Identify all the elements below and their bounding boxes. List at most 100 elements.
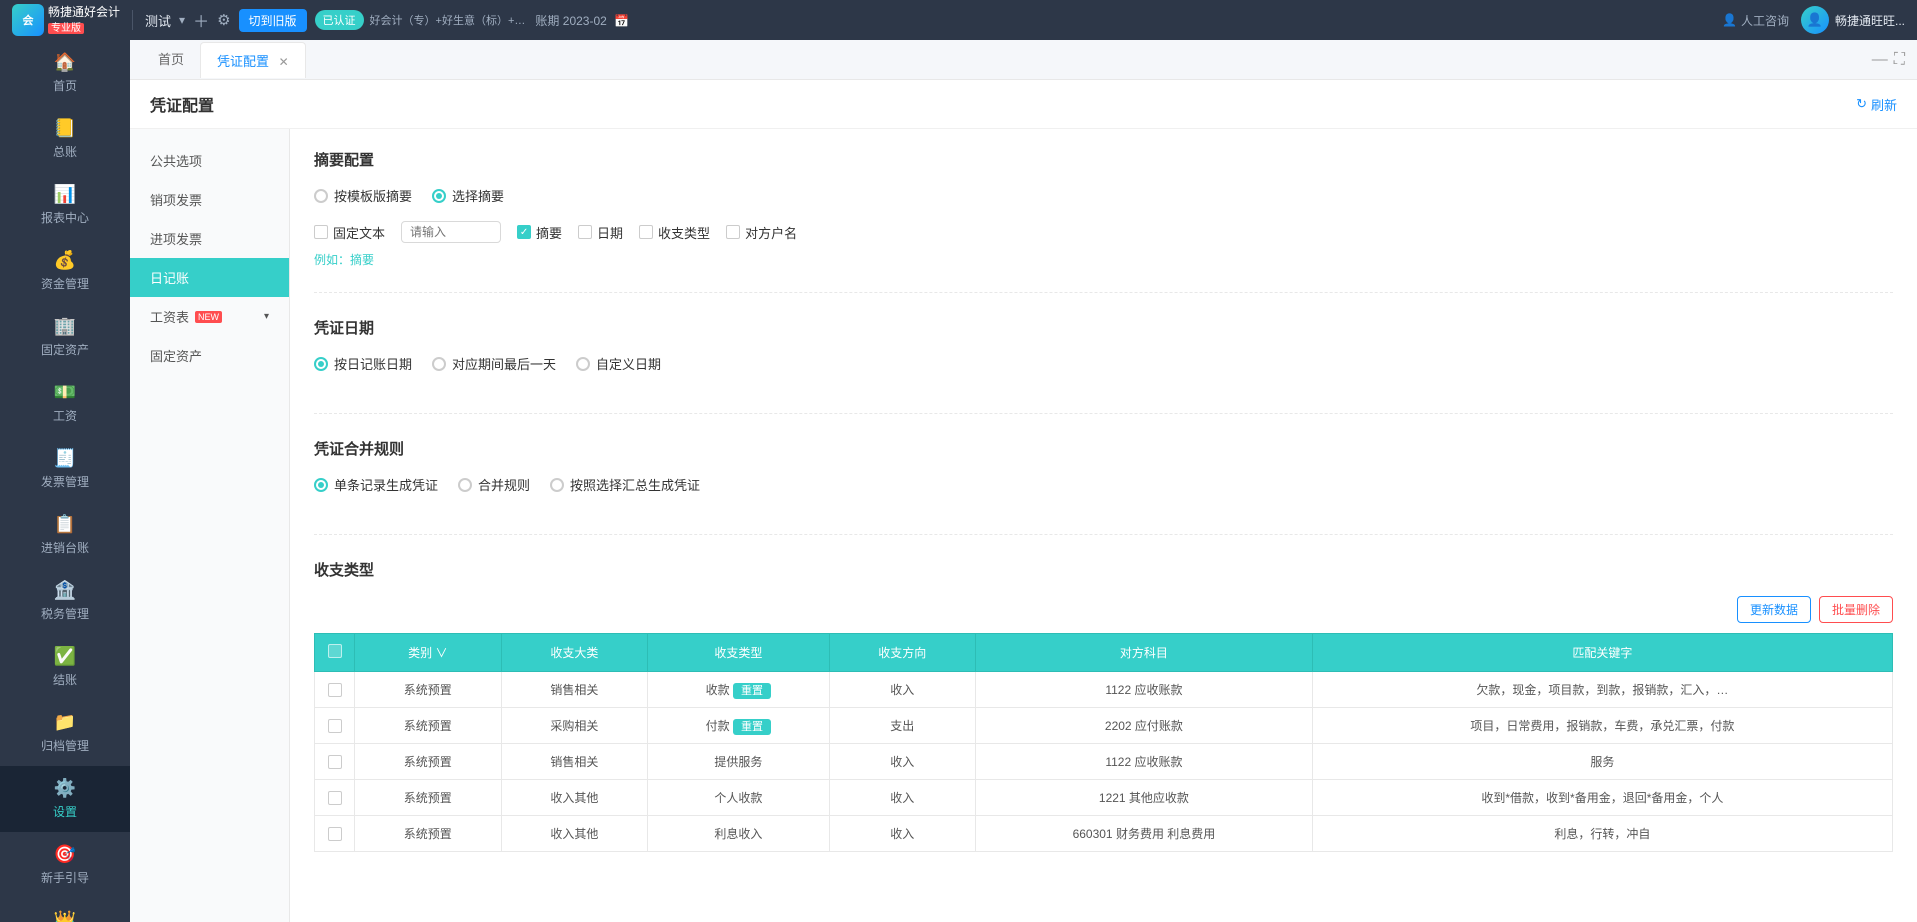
refresh-icon: ↻ <box>1856 96 1867 112</box>
row-checkbox-1[interactable] <box>315 672 355 708</box>
sidebar-item-fund[interactable]: 💰 资金管理 <box>0 238 130 304</box>
sidebar-item-purchase[interactable]: 📋 进销台账 <box>0 502 130 568</box>
cell-keywords-4: 收到*借款，收到*备用金，退回*备用金，个人 <box>1312 780 1892 816</box>
page-title: 凭证配置 <box>150 92 214 116</box>
asset-icon: 🏢 <box>54 316 76 337</box>
radio-period-last[interactable]: 对应期间最后一天 <box>432 354 556 373</box>
avatar: 👤 <box>1801 6 1829 34</box>
nav-journal[interactable]: 日记账 <box>130 258 289 297</box>
checkbox-type[interactable]: 收支类型 <box>639 223 710 242</box>
nav-public[interactable]: 公共选项 <box>130 141 289 180</box>
tab-home[interactable]: 首页 <box>142 41 200 78</box>
nav-purchase-invoice[interactable]: 进项发票 <box>130 219 289 258</box>
checkbox-row: 固定文本 ✓ 摘要 日期 <box>314 221 1893 243</box>
sidebar-item-report[interactable]: 📊 报表中心 <box>0 172 130 238</box>
table-actions: 更新数据 批量删除 <box>314 596 1893 623</box>
checkbox-date[interactable]: 日期 <box>578 223 623 242</box>
table-row: 系统预置 收入其他 利息收入 收入 660301 财务费用 利息费用 利息，行转… <box>315 816 1893 852</box>
radio-aggregate[interactable]: 按照选择汇总生成凭证 <box>550 475 700 494</box>
cell-keywords-2: 项目，日常费用，报销款，车费，承兑汇票，付款 <box>1312 708 1892 744</box>
sidebar-item-home[interactable]: 🏠 首页 <box>0 40 130 106</box>
page-header: 凭证配置 ↻ 刷新 <box>130 80 1917 129</box>
tab-bar: 首页 凭证配置 ✕ — ⛶ <box>130 40 1917 80</box>
certified-tag: 已认证 <box>315 10 364 30</box>
cell-category-2: 系统预置 <box>355 708 502 744</box>
cell-account-3: 1122 应收账款 <box>976 744 1313 780</box>
checkbox-counterparty[interactable]: 对方户名 <box>726 223 797 242</box>
cell-direction-2: 支出 <box>829 708 976 744</box>
th-checkbox[interactable] <box>315 634 355 672</box>
nav-fixed-asset[interactable]: 固定资产 <box>130 336 289 375</box>
checkbox-fixed-text[interactable]: 固定文本 <box>314 223 385 242</box>
nav-sales-invoice[interactable]: 销项发票 <box>130 180 289 219</box>
sidebar-item-member[interactable]: 👑 畅会员 <box>0 898 130 922</box>
merge-title: 凭证合并规则 <box>314 438 1893 459</box>
fixed-text-input[interactable] <box>401 221 501 243</box>
switch-btn[interactable]: 切到旧版 <box>239 9 307 32</box>
sidebar-item-invoice[interactable]: 🧾 发票管理 <box>0 436 130 502</box>
right-content: 摘要配置 按模板版摘要 选择摘要 <box>290 129 1917 922</box>
nav-salary-table[interactable]: 工资表 NEW ▾ <box>130 297 289 336</box>
checkbox-box-counterparty <box>726 225 740 239</box>
sidebar-item-guide[interactable]: 🎯 新手引导 <box>0 832 130 898</box>
cell-big-type-1: 销售相关 <box>501 672 648 708</box>
inner-layout: 公共选项 销项发票 进项发票 日记账 工资表 NEW ▾ <box>130 129 1917 922</box>
logo-sub: 专业版 <box>48 23 84 34</box>
reset-tag-2[interactable]: 重置 <box>733 719 771 735</box>
radio-custom-date[interactable]: 自定义日期 <box>576 354 661 373</box>
cell-direction-4: 收入 <box>829 780 976 816</box>
table-row: 系统预置 采购相关 付款 重置 支出 2202 应付账款 项目，日常费用，报销款… <box>315 708 1893 744</box>
service-btn[interactable]: 👤 人工咨询 <box>1722 12 1789 29</box>
cell-account-4: 1221 其他应收款 <box>976 780 1313 816</box>
radio-template-summary[interactable]: 按模板版摘要 <box>314 186 412 205</box>
tab-close-btn[interactable]: ✕ <box>279 55 289 69</box>
row-checkbox-2[interactable] <box>315 708 355 744</box>
radio-single-record[interactable]: 单条记录生成凭证 <box>314 475 438 494</box>
radio-circle-single <box>314 478 328 492</box>
reset-tag-1[interactable]: 重置 <box>733 683 771 699</box>
tax-icon: 🏦 <box>54 580 76 601</box>
radio-journal-date[interactable]: 按日记账日期 <box>314 354 412 373</box>
tab-maximize-icon[interactable]: ⛶ <box>1894 51 1905 69</box>
settings-btn[interactable]: ⚙ <box>217 11 230 29</box>
add-btn[interactable]: ＋ <box>193 8 209 32</box>
sidebar-item-tax[interactable]: 🏦 税务管理 <box>0 568 130 634</box>
update-data-btn[interactable]: 更新数据 <box>1737 596 1811 623</box>
cell-big-type-2: 采购相关 <box>501 708 648 744</box>
test-label: 测试 <box>145 11 171 30</box>
batch-delete-btn[interactable]: 批量删除 <box>1819 596 1893 623</box>
sidebar-item-salary[interactable]: 💵 工资 <box>0 370 130 436</box>
radio-merge-rule[interactable]: 合并规则 <box>458 475 530 494</box>
cell-keywords-1: 欠款，现金，项目款，到款，报销款，汇入，… <box>1312 672 1892 708</box>
th-category: 类别 ∨ <box>355 634 502 672</box>
close-account-icon: ✅ <box>54 646 76 667</box>
sidebar-item-asset[interactable]: 🏢 固定资产 <box>0 304 130 370</box>
user-area[interactable]: 👤 畅捷通旺旺... <box>1801 6 1905 34</box>
example-text: 例如：摘要 <box>314 251 1893 268</box>
sidebar-item-archive[interactable]: 📁 归档管理 <box>0 700 130 766</box>
dropdown-arrow[interactable]: ▾ <box>179 13 185 27</box>
refresh-btn[interactable]: ↻ 刷新 <box>1856 95 1897 114</box>
summary-section: 摘要配置 按模板版摘要 选择摘要 <box>314 149 1893 293</box>
row-checkbox-3[interactable] <box>315 744 355 780</box>
cell-account-5: 660301 财务费用 利息费用 <box>976 816 1313 852</box>
radio-circle-custom <box>576 357 590 371</box>
sidebar-item-ledger[interactable]: 📒 总账 <box>0 106 130 172</box>
page-actions: ↻ 刷新 <box>1856 95 1897 114</box>
radio-select-summary[interactable]: 选择摘要 <box>432 186 504 205</box>
table-row: 系统预置 收入其他 个人收款 收入 1221 其他应收款 收到*借款，收到*备用… <box>315 780 1893 816</box>
checkbox-box-fixed <box>314 225 328 239</box>
date-section: 凭证日期 按日记账日期 对应期间最后一天 <box>314 317 1893 414</box>
sidebar-item-settings[interactable]: ⚙️ 设置 <box>0 766 130 832</box>
tab-minimize-icon[interactable]: — <box>1872 51 1888 69</box>
sidebar-item-close[interactable]: ✅ 结账 <box>0 634 130 700</box>
cell-type-1: 收款 重置 <box>648 672 829 708</box>
tab-voucher-config[interactable]: 凭证配置 ✕ <box>200 42 306 78</box>
checkbox-summary[interactable]: ✓ 摘要 <box>517 223 562 242</box>
radio-circle <box>314 189 328 203</box>
date-radio-group: 按日记账日期 对应期间最后一天 自定义日期 <box>314 354 1893 373</box>
row-checkbox-4[interactable] <box>315 780 355 816</box>
cell-direction-5: 收入 <box>829 816 976 852</box>
cell-category-4: 系统预置 <box>355 780 502 816</box>
row-checkbox-5[interactable] <box>315 816 355 852</box>
